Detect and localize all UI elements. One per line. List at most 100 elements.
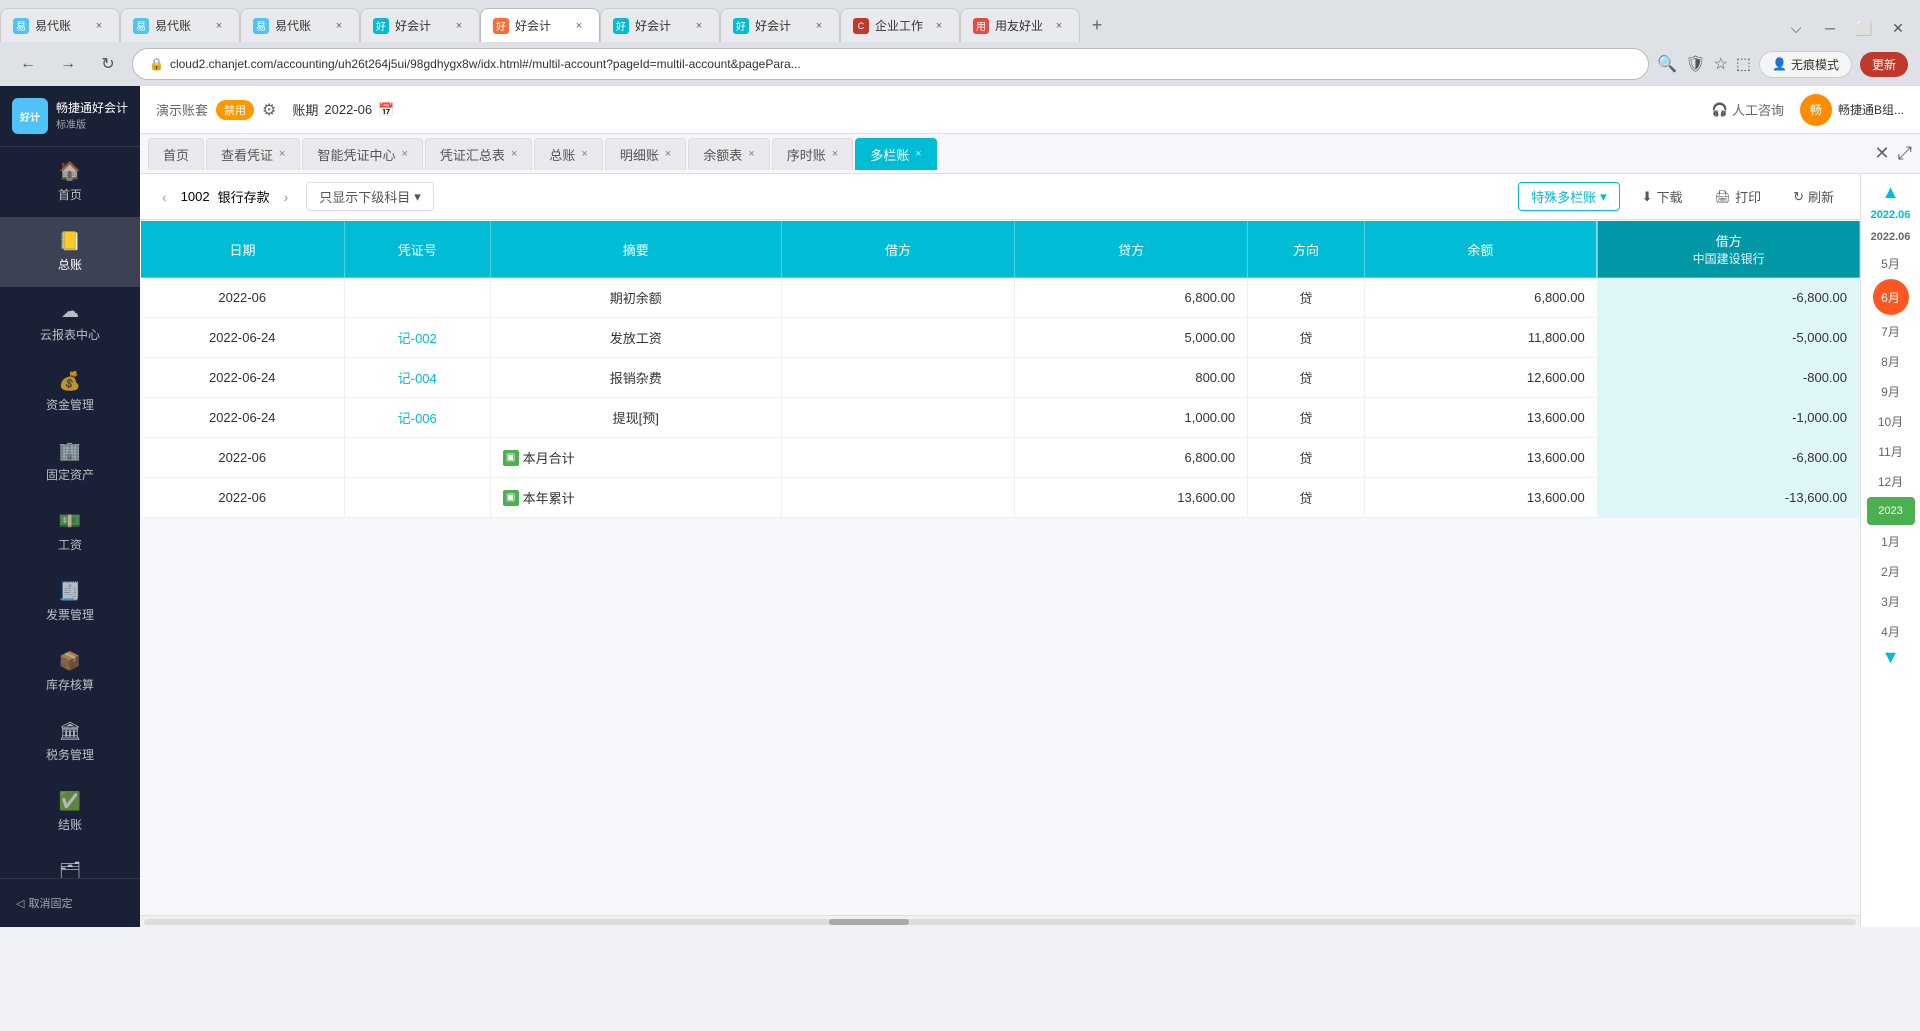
calendar-icon[interactable]: 📅 — [378, 102, 394, 118]
sidebar-item-salary[interactable]: 💵 工资 — [0, 497, 140, 567]
shield-icon[interactable]: 🛡 — [1685, 54, 1705, 74]
calendar-scroll-up[interactable]: ▲ — [1882, 182, 1900, 203]
sidebar-item-close[interactable]: ✅ 结账 — [0, 777, 140, 847]
tab-general-ledger[interactable]: 总账 × — [534, 138, 602, 170]
tab-9-close[interactable]: × — [1051, 18, 1067, 34]
restore-button[interactable]: ⬜ — [1850, 14, 1878, 42]
tab-sequence-close[interactable]: × — [832, 148, 838, 160]
tab-general-ledger-close[interactable]: × — [581, 148, 587, 160]
tab-voucher-summary-close[interactable]: × — [511, 148, 517, 160]
tab-2-close[interactable]: × — [211, 18, 227, 34]
sidebar-item-inventory[interactable]: 📦 库存核算 — [0, 637, 140, 707]
month-item-10[interactable]: 10月 — [1867, 407, 1915, 435]
calendar-scroll-down[interactable]: ▼ — [1882, 647, 1900, 668]
tab-3-close[interactable]: × — [331, 18, 347, 34]
tab-detail-ledger[interactable]: 明细账 × — [605, 138, 686, 170]
cell-voucher-3[interactable]: 记-006 — [344, 398, 490, 438]
sidebar-item-tax[interactable]: 🏛 税务管理 — [0, 707, 140, 777]
scroll-track[interactable] — [144, 919, 1856, 925]
sidebar-close-label: 结账 — [58, 816, 82, 833]
tab-8-close[interactable]: × — [931, 18, 947, 34]
tab-4[interactable]: 好 好会计 × — [360, 8, 480, 42]
sidebar-item-ledger[interactable]: 📒 总账 — [0, 217, 140, 287]
month-item-5[interactable]: 5月 — [1867, 249, 1915, 277]
star-icon[interactable]: ☆ — [1714, 54, 1728, 74]
tab-6-close[interactable]: × — [691, 18, 707, 34]
tab-multi-column-close[interactable]: × — [915, 148, 921, 160]
special-account-button[interactable]: 特殊多栏账 ▾ — [1518, 182, 1620, 211]
tab-1-close[interactable]: × — [91, 18, 107, 34]
month-item-8[interactable]: 8月 — [1867, 347, 1915, 375]
address-icons: 🔍 🛡 ☆ ⬚ — [1657, 54, 1751, 74]
month-item-6[interactable]: 6月 — [1873, 279, 1909, 315]
address-input[interactable]: 🔒 cloud2.chanjet.com/accounting/uh26t264… — [132, 48, 1649, 80]
close-window-button[interactable]: ✕ — [1884, 14, 1912, 42]
tab-3[interactable]: 易 易代账 × — [240, 8, 360, 42]
tab-6[interactable]: 好 好会计 × — [600, 8, 720, 42]
tab-home[interactable]: 首页 — [148, 138, 204, 170]
refresh-button[interactable]: ↻ — [92, 48, 124, 80]
refresh-ledger-button[interactable]: ↻ 刷新 — [1783, 183, 1844, 210]
month-item-2023-3[interactable]: 3月 — [1867, 587, 1915, 615]
new-tab-button[interactable]: + — [1080, 8, 1114, 42]
sidebar-item-fixed-assets[interactable]: 🏢 固定资产 — [0, 427, 140, 497]
scroll-thumb[interactable] — [829, 919, 909, 925]
demo-badge[interactable]: 禁用 — [216, 100, 254, 120]
minimize-button[interactable]: ─ — [1816, 14, 1844, 42]
close-tab-icon[interactable]: ✕ — [1875, 143, 1890, 164]
expand-tab-icon[interactable]: ⤢ — [1898, 143, 1912, 164]
month-item-12[interactable]: 12月 — [1867, 467, 1915, 495]
month-item-9[interactable]: 9月 — [1867, 377, 1915, 405]
tab-view-voucher-close[interactable]: × — [279, 148, 285, 160]
sidebar-item-invoice[interactable]: 🧾 发票管理 — [0, 567, 140, 637]
tab-4-close[interactable]: × — [451, 18, 467, 34]
tab-1[interactable]: 易 易代账 × — [0, 8, 120, 42]
account-name: 银行存款 — [218, 187, 270, 206]
month-item-7[interactable]: 7月 — [1867, 317, 1915, 345]
sidebar-item-cloud-report[interactable]: ☁ 云报表中心 — [0, 287, 140, 357]
prev-account-button[interactable]: ‹ — [156, 187, 173, 207]
consult-button[interactable]: 🎧 人工咨询 — [1712, 100, 1784, 119]
tab-5[interactable]: 好 好会计 × — [480, 8, 600, 42]
period-area: 账期 2022-06 📅 — [292, 100, 394, 119]
sidebar-item-home[interactable]: 🏠 首页 — [0, 147, 140, 217]
cell-dir-3: 贷 — [1248, 398, 1365, 438]
extension-icon[interactable]: ⬚ — [1736, 54, 1751, 74]
cancel-fixed-button[interactable]: ◁ 取消固定 — [10, 889, 130, 917]
wuhen-button[interactable]: 👤 无痕模式 — [1759, 51, 1852, 78]
month-item-11[interactable]: 11月 — [1867, 437, 1915, 465]
search-icon[interactable]: 🔍 — [1657, 54, 1677, 74]
sidebar-item-archive[interactable]: 🗂 归档管理 — [0, 847, 140, 878]
next-account-button[interactable]: › — [278, 187, 295, 207]
month-item-2023-4[interactable]: 4月 — [1867, 617, 1915, 645]
cell-voucher-1[interactable]: 记-002 — [344, 318, 490, 358]
update-button[interactable]: 更新 — [1860, 52, 1908, 77]
print-button[interactable]: 🖨 打印 — [1705, 183, 1772, 210]
tab-detail-ledger-close[interactable]: × — [665, 148, 671, 160]
tab-smart-voucher[interactable]: 智能凭证中心 × — [302, 138, 422, 170]
back-button[interactable]: ← — [12, 48, 44, 80]
month-item-2023-1[interactable]: 1月 — [1867, 527, 1915, 555]
cell-voucher-2[interactable]: 记-004 — [344, 358, 490, 398]
tab-balance[interactable]: 余额表 × — [688, 138, 769, 170]
tab-5-close[interactable]: × — [571, 18, 587, 34]
tab-8[interactable]: C 企业工作 × — [840, 8, 960, 42]
tab-9[interactable]: 用 用友好业 × — [960, 8, 1080, 42]
tab-balance-close[interactable]: × — [748, 148, 754, 160]
month-item-2023-2[interactable]: 2月 — [1867, 557, 1915, 585]
tab-sequence[interactable]: 序时账 × — [772, 138, 853, 170]
tab-7-close[interactable]: × — [811, 18, 827, 34]
download-button[interactable]: ⬇ 下载 — [1632, 183, 1693, 210]
filter-subcategory-button[interactable]: 只显示下级科目 ▾ — [306, 182, 434, 211]
tab-2[interactable]: 易 易代账 × — [120, 8, 240, 42]
tab-7[interactable]: 好 好会计 × — [720, 8, 840, 42]
tab-list-button[interactable]: ⌵ — [1782, 14, 1810, 42]
forward-button[interactable]: → — [52, 48, 84, 80]
settings-gear-icon[interactable]: ⚙ — [262, 100, 276, 120]
sidebar-item-funds[interactable]: 💰 资金管理 — [0, 357, 140, 427]
horizontal-scrollbar[interactable] — [140, 915, 1860, 927]
tab-multi-column[interactable]: 多栏账 × — [855, 138, 936, 170]
tab-view-voucher[interactable]: 查看凭证 × — [206, 138, 300, 170]
tab-voucher-summary[interactable]: 凭证汇总表 × — [425, 138, 532, 170]
tab-smart-voucher-close[interactable]: × — [401, 148, 407, 160]
